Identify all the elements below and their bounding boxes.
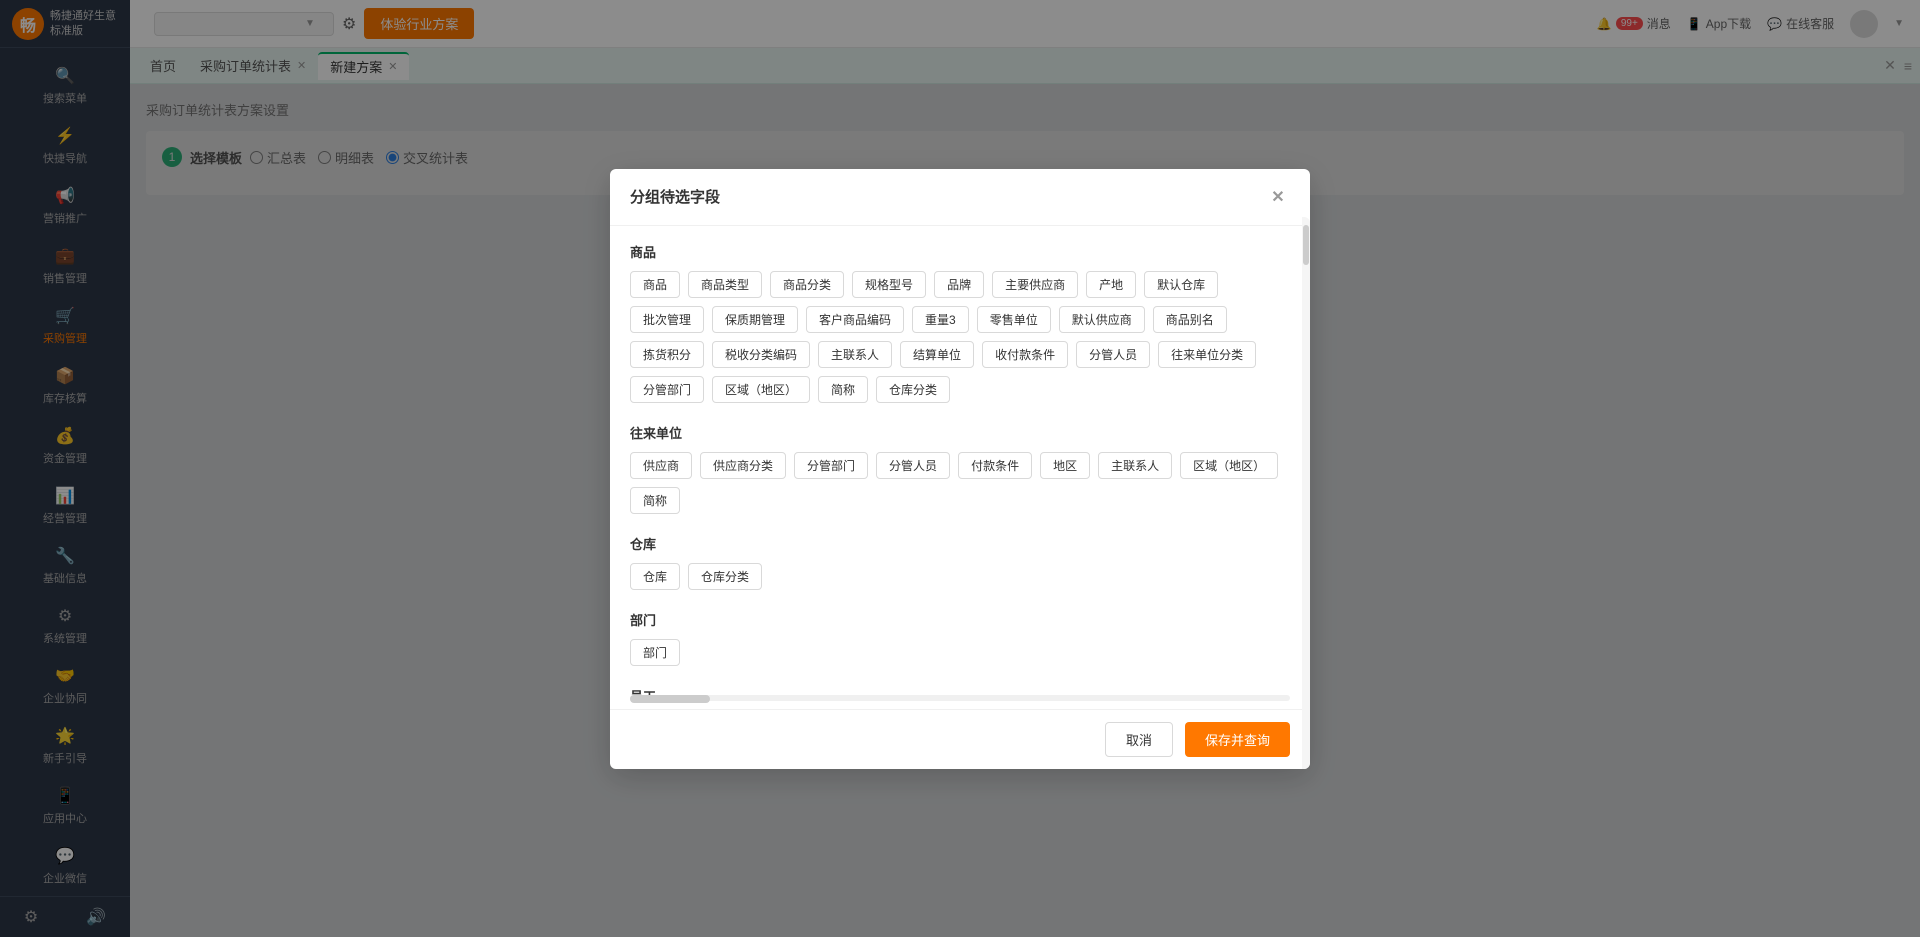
tag-goods-category[interactable]: 商品分类 xyxy=(770,271,844,298)
tag-area[interactable]: 地区 xyxy=(1040,452,1090,479)
modal-overlay: 分组待选字段 ✕ 商品 商品 商品类型 商品分类 规格型号 品牌 主要供应商 产… xyxy=(0,0,1920,937)
tag-goods[interactable]: 商品 xyxy=(630,271,680,298)
tag-supplier[interactable]: 供应商 xyxy=(630,452,692,479)
tag-short-name-goods[interactable]: 简称 xyxy=(818,376,868,403)
section-partner-tags: 供应商 供应商分类 分管部门 分管人员 付款条件 地区 主联系人 区域（地区） … xyxy=(630,452,1290,514)
section-employee-title: 员工 xyxy=(630,686,1290,696)
section-goods-tags: 商品 商品类型 商品分类 规格型号 品牌 主要供应商 产地 默认仓库 批次管理 … xyxy=(630,271,1290,403)
tag-settlement-unit[interactable]: 结算单位 xyxy=(900,341,974,368)
section-employee: 员工 业务员 xyxy=(630,686,1290,696)
modal-footer: 取消 保存并查询 xyxy=(610,709,1310,769)
tag-payment-cond[interactable]: 付款条件 xyxy=(958,452,1032,479)
modal-body: 商品 商品 商品类型 商品分类 规格型号 品牌 主要供应商 产地 默认仓库 批次… xyxy=(610,226,1310,696)
modal-cancel-button[interactable]: 取消 xyxy=(1105,722,1173,757)
tag-dept-partner[interactable]: 分管部门 xyxy=(794,452,868,479)
tag-pick-points[interactable]: 拣货积分 xyxy=(630,341,704,368)
modal-hscroll-thumb xyxy=(630,695,710,703)
tag-batch-manage[interactable]: 批次管理 xyxy=(630,306,704,333)
tag-main-contact-partner[interactable]: 主联系人 xyxy=(1098,452,1172,479)
section-warehouse-tags: 仓库 仓库分类 xyxy=(630,563,1290,590)
field-select-modal: 分组待选字段 ✕ 商品 商品 商品类型 商品分类 规格型号 品牌 主要供应商 产… xyxy=(610,169,1310,769)
tag-spec-model[interactable]: 规格型号 xyxy=(852,271,926,298)
tag-goods-type[interactable]: 商品类型 xyxy=(688,271,762,298)
modal-vertical-scrollbar[interactable] xyxy=(1302,217,1310,769)
tag-weight3[interactable]: 重量3 xyxy=(912,306,969,333)
tag-retail-unit[interactable]: 零售单位 xyxy=(977,306,1051,333)
tag-main-supplier[interactable]: 主要供应商 xyxy=(992,271,1078,298)
modal-title: 分组待选字段 xyxy=(630,186,720,207)
tag-supplier-category[interactable]: 供应商分类 xyxy=(700,452,786,479)
tag-customer-code[interactable]: 客户商品编码 xyxy=(806,306,904,333)
tag-warehouse[interactable]: 仓库 xyxy=(630,563,680,590)
modal-close-button[interactable]: ✕ xyxy=(1266,185,1290,209)
modal-scrollbar-thumb xyxy=(1303,225,1309,265)
tag-warehouse-cat[interactable]: 仓库分类 xyxy=(688,563,762,590)
section-dept-tags: 部门 xyxy=(630,639,1290,666)
tag-region-goods[interactable]: 区域（地区） xyxy=(712,376,810,403)
tag-manage-dept[interactable]: 分管部门 xyxy=(630,376,704,403)
section-goods-title: 商品 xyxy=(630,242,1290,261)
section-warehouse-title: 仓库 xyxy=(630,534,1290,553)
tag-manager[interactable]: 分管人员 xyxy=(1076,341,1150,368)
section-partner-title: 往来单位 xyxy=(630,423,1290,442)
modal-header: 分组待选字段 ✕ xyxy=(610,169,1310,226)
tag-goods-alias[interactable]: 商品别名 xyxy=(1153,306,1227,333)
tag-default-supplier[interactable]: 默认供应商 xyxy=(1059,306,1145,333)
section-goods: 商品 商品 商品类型 商品分类 规格型号 品牌 主要供应商 产地 默认仓库 批次… xyxy=(630,242,1290,403)
section-dept: 部门 部门 xyxy=(630,610,1290,666)
tag-default-warehouse[interactable]: 默认仓库 xyxy=(1144,271,1218,298)
modal-confirm-button[interactable]: 保存并查询 xyxy=(1185,722,1290,757)
tag-brand[interactable]: 品牌 xyxy=(934,271,984,298)
tag-main-contact[interactable]: 主联系人 xyxy=(818,341,892,368)
tag-tax-code[interactable]: 税收分类编码 xyxy=(712,341,810,368)
tag-payment-terms[interactable]: 收付款条件 xyxy=(982,341,1068,368)
tag-warehouse-cat-goods[interactable]: 仓库分类 xyxy=(876,376,950,403)
section-partner: 往来单位 供应商 供应商分类 分管部门 分管人员 付款条件 地区 主联系人 区域… xyxy=(630,423,1290,514)
tag-expiry-manage[interactable]: 保质期管理 xyxy=(712,306,798,333)
tag-region-partner[interactable]: 区域（地区） xyxy=(1180,452,1278,479)
modal-horizontal-scrollbar[interactable] xyxy=(630,695,1290,700)
tag-short-name-partner[interactable]: 简称 xyxy=(630,487,680,514)
tag-origin[interactable]: 产地 xyxy=(1086,271,1136,298)
tag-dept[interactable]: 部门 xyxy=(630,639,680,666)
section-dept-title: 部门 xyxy=(630,610,1290,629)
section-warehouse: 仓库 仓库 仓库分类 xyxy=(630,534,1290,590)
tag-person-partner[interactable]: 分管人员 xyxy=(876,452,950,479)
tag-partner-category[interactable]: 往来单位分类 xyxy=(1158,341,1256,368)
